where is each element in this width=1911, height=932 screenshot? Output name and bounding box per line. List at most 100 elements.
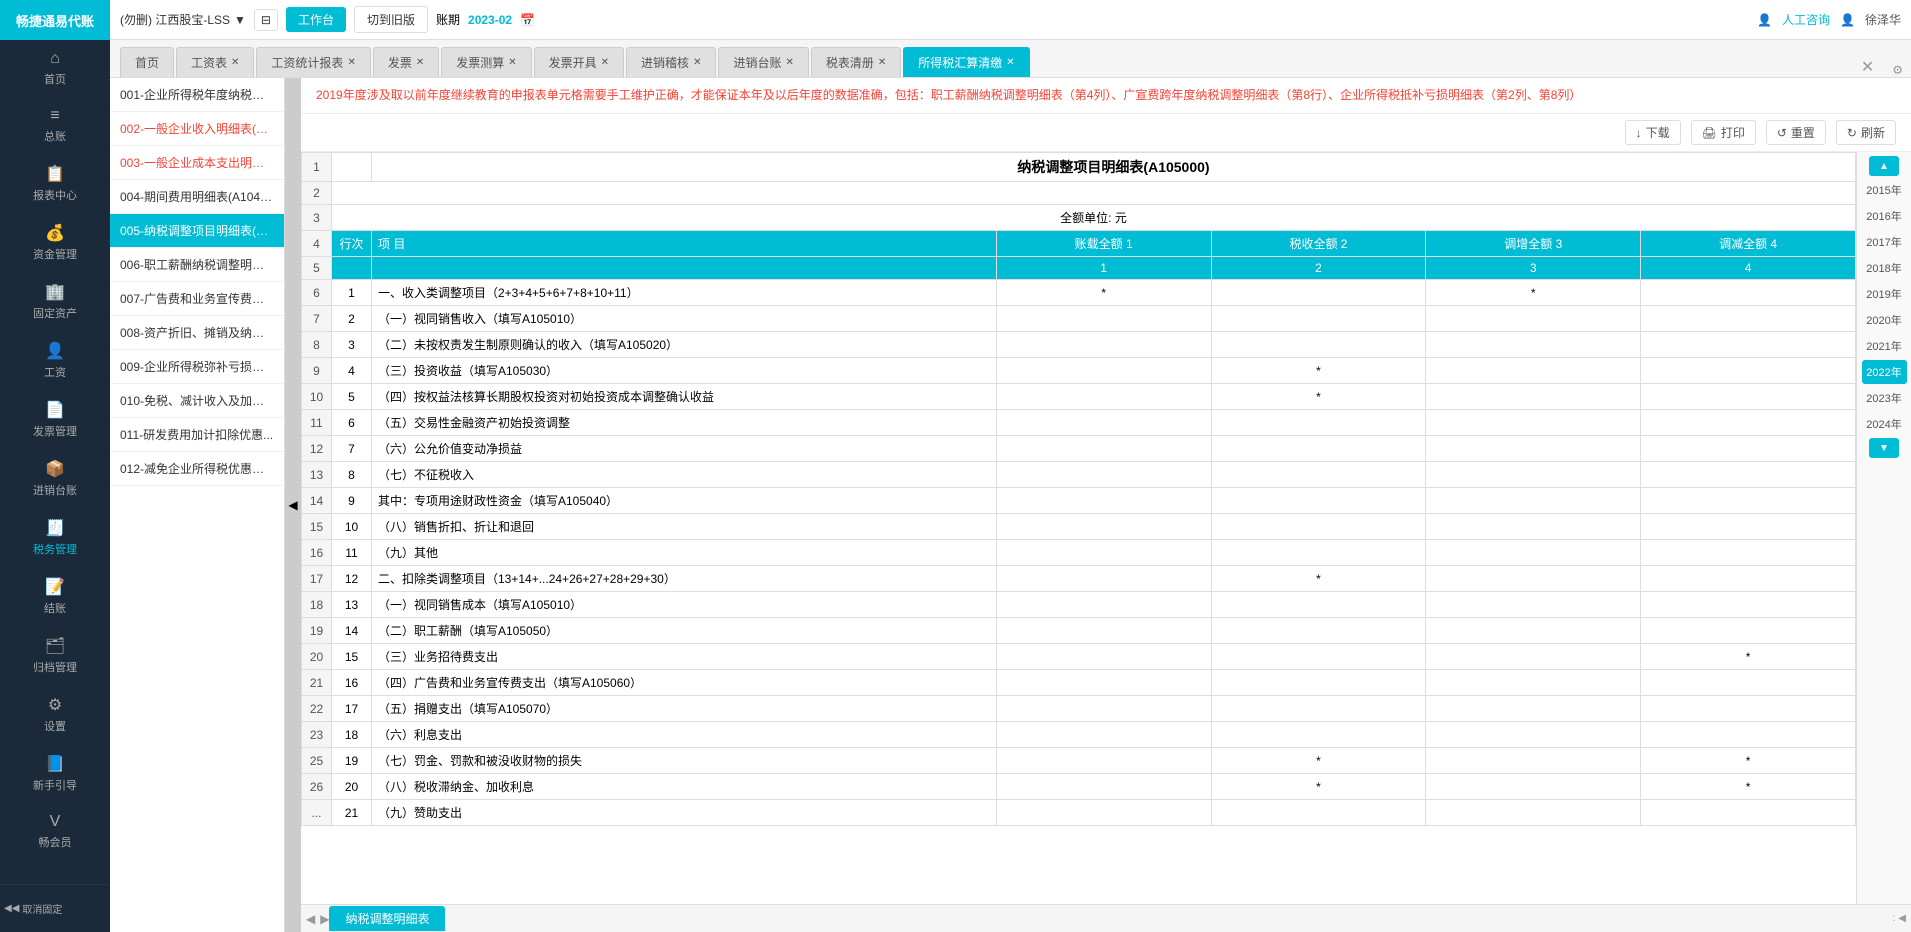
reset-button[interactable]: ↺ 重置 — [1766, 120, 1826, 145]
year-item-2016[interactable]: 2016年 — [1862, 204, 1907, 228]
left-item-009[interactable]: 009-企业所得税弥补亏损明... — [110, 350, 284, 384]
left-item-010[interactable]: 010-免税、减计收入及加计... — [110, 384, 284, 418]
data-cell-v3[interactable] — [1426, 748, 1641, 774]
sidebar-item-close[interactable]: 📝 结账 — [0, 567, 110, 626]
data-cell-v4[interactable] — [1641, 566, 1856, 592]
sidebar-item-ledger[interactable]: ≡ 总账 — [0, 97, 110, 154]
data-cell-v4[interactable] — [1641, 410, 1856, 436]
data-cell-v1[interactable] — [996, 566, 1211, 592]
data-cell-v3[interactable] — [1426, 722, 1641, 748]
data-cell-v3[interactable] — [1426, 306, 1641, 332]
year-item-2017[interactable]: 2017年 — [1862, 230, 1907, 254]
data-cell-v2[interactable] — [1211, 462, 1426, 488]
tab-purchase-check-close[interactable]: ✕ — [693, 57, 701, 68]
data-cell-v4[interactable] — [1641, 436, 1856, 462]
download-button[interactable]: ↓ 下载 — [1625, 120, 1681, 145]
data-cell-v4[interactable] — [1641, 722, 1856, 748]
data-cell-v3[interactable] — [1426, 332, 1641, 358]
tab-income-tax[interactable]: 所得税汇算清缴 ✕ — [903, 47, 1029, 77]
scroll-right-icon[interactable]: ▶ — [320, 912, 329, 926]
data-cell-v2[interactable] — [1211, 514, 1426, 540]
tab-income-tax-close[interactable]: ✕ — [1006, 57, 1014, 68]
sidebar-item-tax[interactable]: 🧾 税务管理 — [0, 508, 110, 567]
tab-payroll-close[interactable]: ✕ — [231, 57, 239, 68]
data-cell-v4[interactable] — [1641, 514, 1856, 540]
sidebar-item-guide[interactable]: 📘 新手引导 — [0, 744, 110, 803]
data-cell-v1[interactable] — [996, 618, 1211, 644]
data-cell-v3[interactable] — [1426, 618, 1641, 644]
tab-purchase-ledger[interactable]: 进销台账 ✕ — [718, 47, 808, 77]
data-cell-v2[interactable]: * — [1211, 774, 1426, 800]
data-cell-v2[interactable]: * — [1211, 358, 1426, 384]
sidebar-item-settings[interactable]: ⚙ 设置 — [0, 685, 110, 744]
data-cell-v4[interactable] — [1641, 618, 1856, 644]
data-cell-v1[interactable] — [996, 410, 1211, 436]
year-item-2022[interactable]: 2022年 — [1862, 360, 1907, 384]
sidebar-item-archive[interactable]: 🗂 归档管理 — [0, 626, 110, 685]
tab-invoice-calc[interactable]: 发票测算 ✕ — [441, 47, 531, 77]
data-cell-v3[interactable]: * — [1426, 280, 1641, 306]
tab-home[interactable]: 首页 — [120, 47, 174, 77]
left-item-003[interactable]: 003-一般企业成本支出明细... — [110, 146, 284, 180]
year-nav-up[interactable]: ▲ — [1869, 156, 1899, 176]
data-cell-v4[interactable]: * — [1641, 644, 1856, 670]
worktable-button[interactable]: 工作台 — [286, 7, 346, 32]
left-item-011[interactable]: 011-研发费用加计扣除优惠... — [110, 418, 284, 452]
data-cell-v3[interactable] — [1426, 540, 1641, 566]
data-cell-v1[interactable] — [996, 748, 1211, 774]
old-version-button[interactable]: 切到旧版 — [354, 6, 428, 33]
data-cell-v2[interactable]: * — [1211, 384, 1426, 410]
tab-purchase-check[interactable]: 进销稽核 ✕ — [626, 47, 716, 77]
tab-invoice[interactable]: 发票 ✕ — [373, 47, 439, 77]
data-cell-v4[interactable]: * — [1641, 748, 1856, 774]
data-cell-v3[interactable] — [1426, 566, 1641, 592]
tab-purchase-ledger-close[interactable]: ✕ — [785, 57, 793, 68]
year-item-2020[interactable]: 2020年 — [1862, 308, 1907, 332]
data-cell-v4[interactable] — [1641, 280, 1856, 306]
data-cell-v1[interactable] — [996, 540, 1211, 566]
data-cell-v3[interactable] — [1426, 410, 1641, 436]
sidebar-item-member[interactable]: V 畅会员 — [0, 803, 110, 860]
data-cell-v2[interactable] — [1211, 644, 1426, 670]
data-cell-v2[interactable] — [1211, 436, 1426, 462]
year-item-2019[interactable]: 2019年 — [1862, 282, 1907, 306]
data-cell-v2[interactable] — [1211, 332, 1426, 358]
data-cell-v4[interactable] — [1641, 306, 1856, 332]
data-cell-v3[interactable] — [1426, 488, 1641, 514]
left-item-012[interactable]: 012-减免企业所得税优惠明细表(... — [110, 452, 284, 486]
data-cell-v2[interactable] — [1211, 696, 1426, 722]
left-item-004[interactable]: 004-期间费用明细表(A1040... — [110, 180, 284, 214]
data-cell-v2[interactable] — [1211, 618, 1426, 644]
data-cell-v2[interactable] — [1211, 306, 1426, 332]
data-cell-v1[interactable] — [996, 332, 1211, 358]
data-cell-v2[interactable] — [1211, 280, 1426, 306]
left-item-001[interactable]: 001-企业所得税年度纳税申... — [110, 78, 284, 112]
year-item-2024[interactable]: 2024年 — [1862, 412, 1907, 436]
data-cell-v1[interactable] — [996, 722, 1211, 748]
tab-tax-list-close[interactable]: ✕ — [878, 57, 886, 68]
data-cell-v1[interactable]: * — [996, 280, 1211, 306]
left-item-002[interactable]: 002-一般企业收入明细表(A1... — [110, 112, 284, 146]
data-cell-v1[interactable] — [996, 644, 1211, 670]
data-cell-v2[interactable] — [1211, 488, 1426, 514]
tab-settings-button[interactable]: ⚙ — [1884, 63, 1911, 77]
data-cell-v1[interactable] — [996, 514, 1211, 540]
data-cell-v1[interactable] — [996, 592, 1211, 618]
close-all-tabs[interactable]: ✕ — [1851, 57, 1884, 77]
data-cell-v1[interactable] — [996, 358, 1211, 384]
data-cell-v3[interactable] — [1426, 436, 1641, 462]
year-item-2023[interactable]: 2023年 — [1862, 386, 1907, 410]
data-cell-v4[interactable] — [1641, 696, 1856, 722]
data-cell-v3[interactable] — [1426, 800, 1641, 826]
data-cell-v1[interactable] — [996, 696, 1211, 722]
data-cell-v2[interactable] — [1211, 722, 1426, 748]
tab-invoice-close[interactable]: ✕ — [416, 57, 424, 68]
data-cell-v4[interactable]: * — [1641, 774, 1856, 800]
print-button[interactable]: 🖨 打印 — [1691, 120, 1756, 145]
data-cell-v4[interactable] — [1641, 332, 1856, 358]
tab-invoice-calc-close[interactable]: ✕ — [508, 57, 516, 68]
data-cell-v3[interactable] — [1426, 644, 1641, 670]
tab-invoice-open[interactable]: 发票开具 ✕ — [534, 47, 624, 77]
data-cell-v4[interactable] — [1641, 592, 1856, 618]
unpin-button[interactable]: ◀◀ 取消固定 — [0, 891, 110, 926]
